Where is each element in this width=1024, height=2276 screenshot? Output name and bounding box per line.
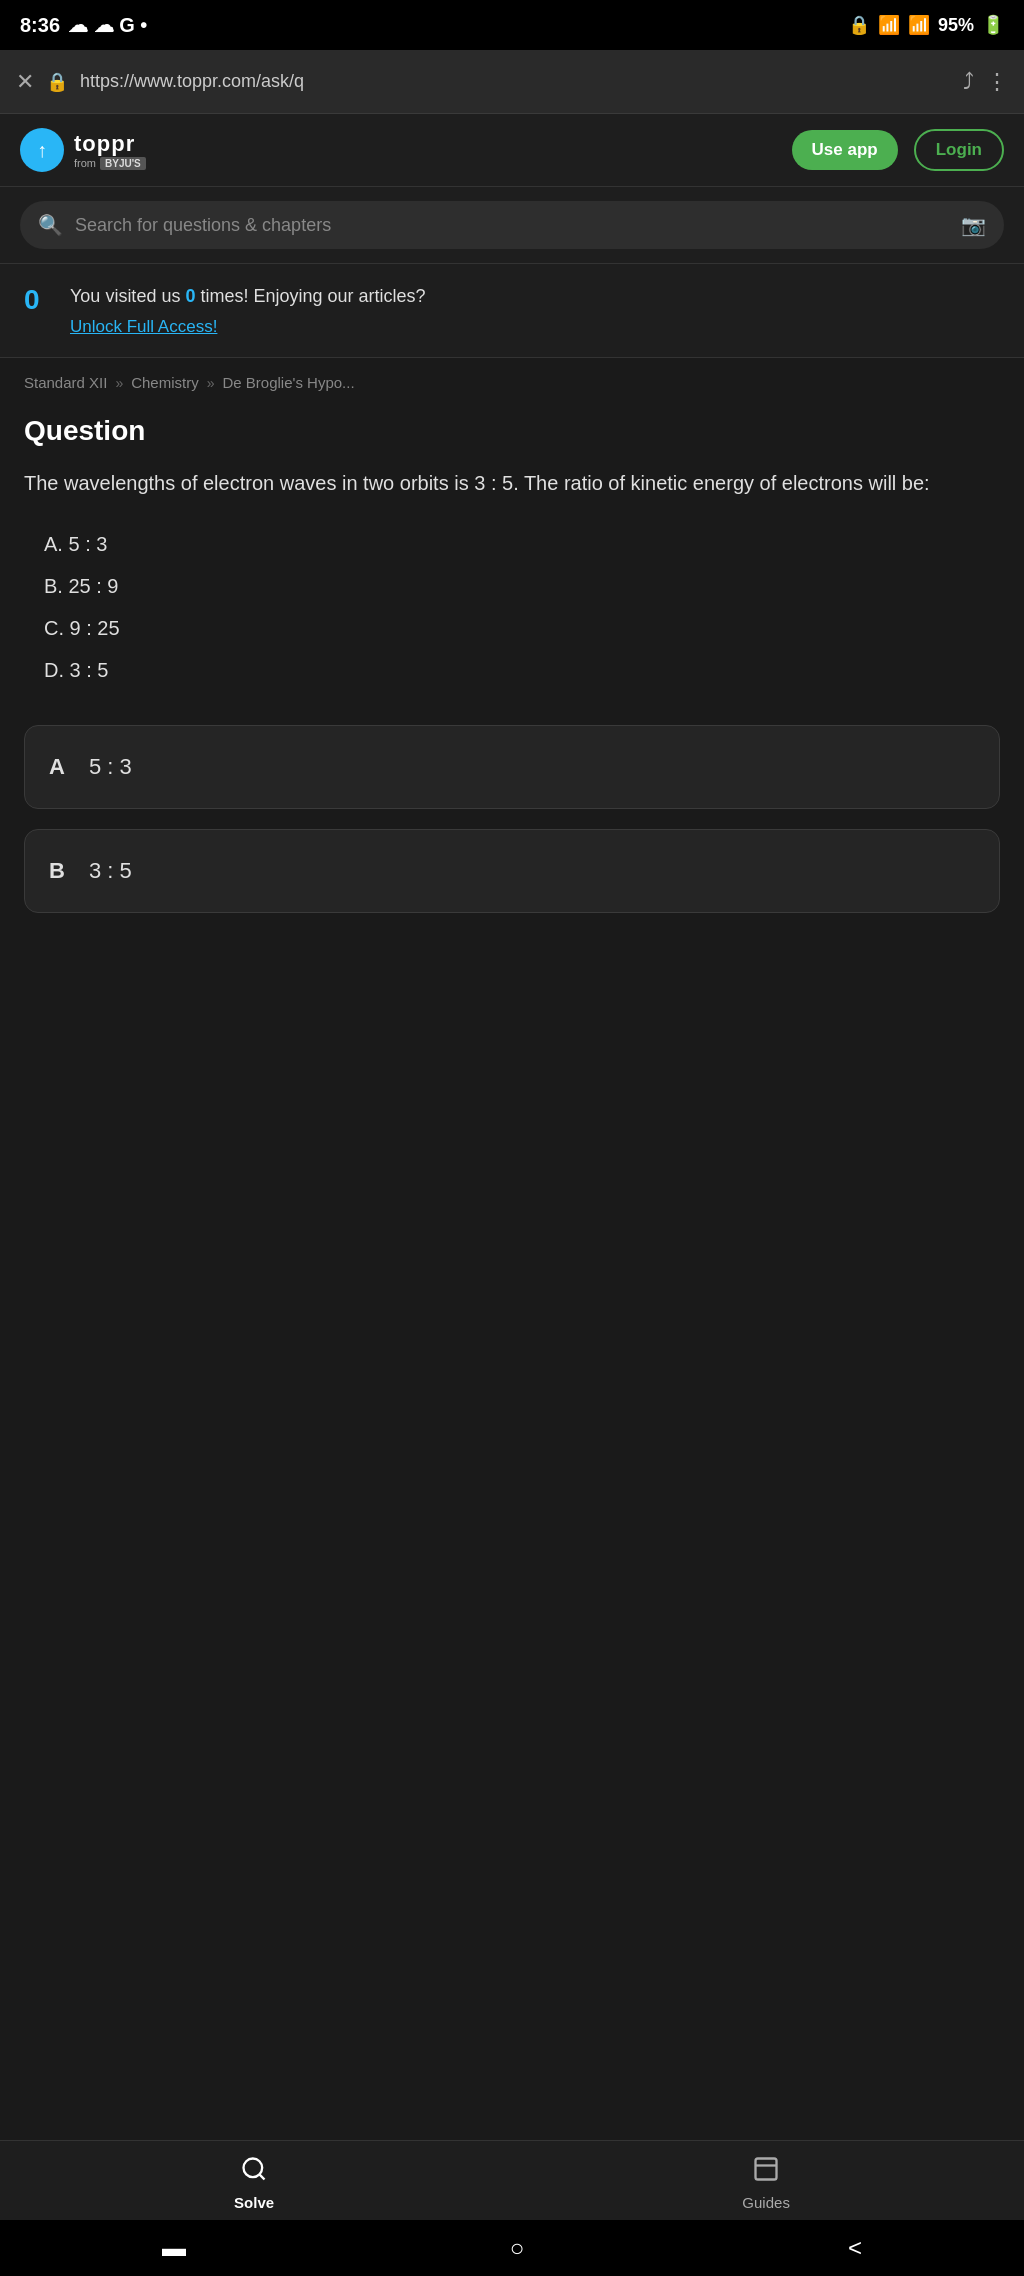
- toppr-icon: ↑: [20, 128, 64, 172]
- nav-item-solve[interactable]: Solve: [234, 2155, 274, 2211]
- status-icons-left: ☁ ☁ G •: [68, 13, 147, 37]
- option-c-label: C.: [44, 617, 70, 639]
- status-battery: 95%: [938, 15, 974, 36]
- use-app-button[interactable]: Use app: [792, 130, 898, 170]
- visit-message-prefix: You visited us: [70, 286, 185, 306]
- camera-icon[interactable]: 📷: [961, 213, 986, 237]
- answer-card-b-value: 3 : 5: [89, 858, 132, 884]
- option-d-value: 3 : 5: [70, 659, 109, 681]
- visit-message: You visited us 0 times! Enjoying our art…: [70, 284, 426, 309]
- search-container: 🔍 Search for questions & chapters 📷: [0, 187, 1024, 264]
- question-label: Question: [24, 415, 1000, 447]
- option-c: C. 9 : 25: [44, 613, 1000, 643]
- option-b-value: 25 : 9: [68, 575, 118, 597]
- breadcrumb: Standard XII » Chemistry » De Broglie's …: [0, 358, 1024, 399]
- solve-icon: [240, 2155, 268, 2190]
- main-content: Question The wavelengths of electron wav…: [0, 399, 1024, 1053]
- answer-card-b-label: B: [49, 858, 73, 884]
- status-signal-icon: 📶: [908, 14, 930, 36]
- visit-message-suffix: times! Enjoying our articles?: [195, 286, 425, 306]
- answer-card-a-label: A: [49, 754, 73, 780]
- visit-count-badge: 0: [24, 284, 54, 316]
- search-icon: 🔍: [38, 213, 63, 237]
- browser-menu-button[interactable]: ⋮: [986, 69, 1008, 95]
- visit-text-group: You visited us 0 times! Enjoying our art…: [70, 284, 426, 337]
- answer-card-b[interactable]: B 3 : 5: [24, 829, 1000, 913]
- battery-icon: 🔋: [982, 14, 1004, 36]
- visit-count-inline: 0: [185, 286, 195, 306]
- android-nav-bar: ▬ ○ <: [0, 2220, 1024, 2276]
- status-bar: 8:36 ☁ ☁ G • 🔒 📶 📶 95% 🔋: [0, 0, 1024, 50]
- browser-bar: ✕ 🔒 https://www.toppr.com/ask/q ⤴ ⋮: [0, 50, 1024, 114]
- toppr-from-label: from: [74, 157, 96, 169]
- browser-url-display[interactable]: https://www.toppr.com/ask/q: [80, 71, 951, 92]
- option-c-value: 9 : 25: [70, 617, 120, 639]
- bottom-nav: Solve Guides: [0, 2140, 1024, 2220]
- status-time-group: 8:36 ☁ ☁ G •: [20, 13, 147, 37]
- android-back-button[interactable]: <: [848, 2234, 862, 2262]
- options-list: A. 5 : 3 B. 25 : 9 C. 9 : 25 D. 3 : 5: [24, 529, 1000, 685]
- search-input[interactable]: Search for questions & chapters: [75, 215, 949, 236]
- guides-icon: [752, 2155, 780, 2190]
- status-time: 8:36: [20, 14, 60, 37]
- android-home-button[interactable]: ○: [510, 2234, 525, 2262]
- android-recent-button[interactable]: ▬: [162, 2234, 186, 2262]
- browser-lock-icon: 🔒: [46, 71, 68, 93]
- answer-card-a-value: 5 : 3: [89, 754, 132, 780]
- option-a-label: A.: [44, 533, 68, 555]
- search-bar[interactable]: 🔍 Search for questions & chapters 📷: [20, 201, 1004, 249]
- byjus-badge: BYJU'S: [100, 157, 146, 170]
- breadcrumb-chemistry[interactable]: Chemistry: [131, 374, 199, 391]
- svg-rect-2: [756, 2158, 777, 2179]
- option-a-value: 5 : 3: [68, 533, 107, 555]
- breadcrumb-sep-2: »: [207, 375, 215, 391]
- toppr-logo: ↑ toppr from BYJU'S: [20, 128, 146, 172]
- svg-point-0: [244, 2158, 263, 2177]
- browser-close-button[interactable]: ✕: [16, 69, 34, 95]
- breadcrumb-standard[interactable]: Standard XII: [24, 374, 107, 391]
- browser-share-button[interactable]: ⤴: [963, 69, 974, 95]
- option-d-label: D.: [44, 659, 70, 681]
- unlock-link[interactable]: Unlock Full Access!: [70, 317, 426, 337]
- breadcrumb-topic[interactable]: De Broglie's Hypo...: [223, 374, 355, 391]
- toppr-brand-name: toppr: [74, 131, 146, 157]
- option-b-label: B.: [44, 575, 68, 597]
- status-wifi-icon: 📶: [878, 14, 900, 36]
- nav-solve-label: Solve: [234, 2194, 274, 2211]
- option-a: A. 5 : 3: [44, 529, 1000, 559]
- app-header: ↑ toppr from BYJU'S Use app Login: [0, 114, 1024, 187]
- nav-guides-label: Guides: [742, 2194, 790, 2211]
- toppr-from-group: from BYJU'S: [74, 157, 146, 170]
- visit-banner: 0 You visited us 0 times! Enjoying our a…: [0, 264, 1024, 358]
- question-text: The wavelengths of electron waves in two…: [24, 467, 1000, 499]
- status-lock-icon: 🔒: [848, 14, 870, 36]
- option-d: D. 3 : 5: [44, 655, 1000, 685]
- option-b: B. 25 : 9: [44, 571, 1000, 601]
- answer-card-a[interactable]: A 5 : 3: [24, 725, 1000, 809]
- toppr-arrow-icon: ↑: [37, 139, 47, 162]
- nav-item-guides[interactable]: Guides: [742, 2155, 790, 2211]
- svg-line-1: [260, 2174, 265, 2179]
- breadcrumb-sep-1: »: [115, 375, 123, 391]
- login-button[interactable]: Login: [914, 129, 1004, 171]
- status-right-group: 🔒 📶 📶 95% 🔋: [848, 14, 1004, 36]
- toppr-text-group: toppr from BYJU'S: [74, 131, 146, 170]
